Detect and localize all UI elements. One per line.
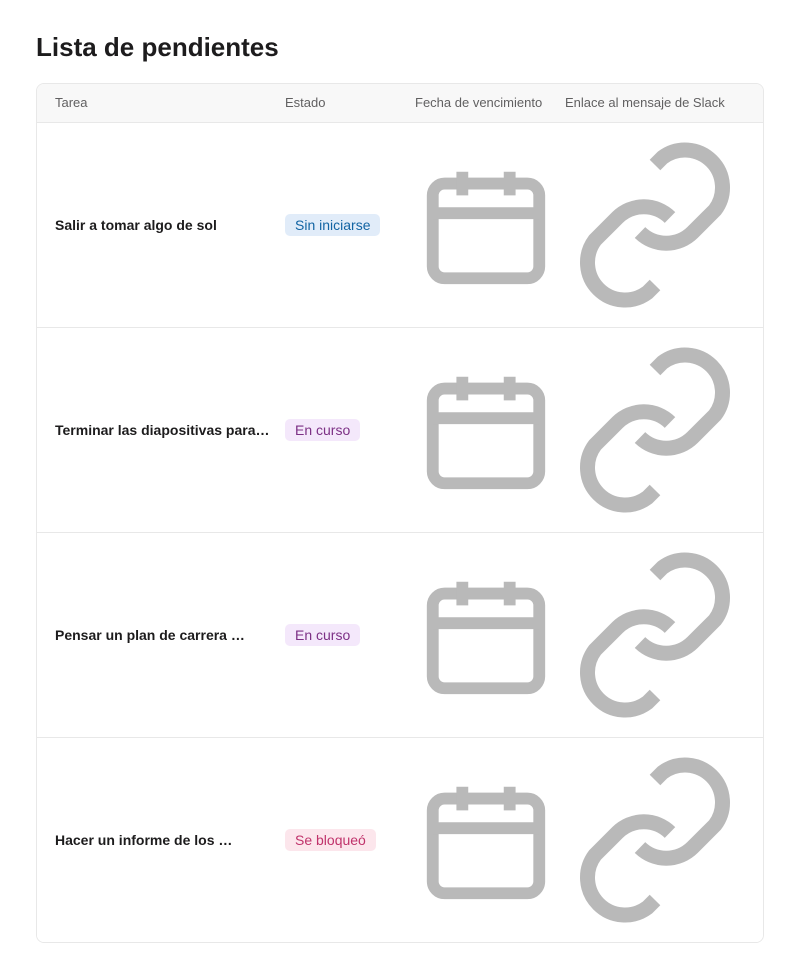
- table-header: Tarea Estado Fecha de vencimiento Enlace…: [37, 84, 763, 123]
- calendar-icon[interactable]: [415, 564, 557, 706]
- column-header-task[interactable]: Tarea: [55, 95, 88, 110]
- link-icon[interactable]: [565, 750, 745, 930]
- todo-table: Tarea Estado Fecha de vencimiento Enlace…: [36, 83, 764, 943]
- status-badge[interactable]: En curso: [285, 419, 360, 441]
- task-name: Pensar un plan de carrera …: [55, 627, 277, 643]
- column-header-date[interactable]: Fecha de vencimiento: [415, 95, 542, 110]
- link-icon[interactable]: [565, 545, 745, 725]
- link-icon[interactable]: [565, 340, 745, 520]
- table-row[interactable]: Pensar un plan de carrera … En curso: [37, 533, 763, 738]
- table-row[interactable]: Hacer un informe de los … Se bloqueó: [37, 738, 763, 942]
- calendar-icon[interactable]: [415, 769, 557, 911]
- column-header-link[interactable]: Enlace al mensaje de Slack: [565, 95, 725, 110]
- task-name: Terminar las diapositivas para…: [55, 422, 277, 438]
- calendar-icon[interactable]: [415, 154, 557, 296]
- table-row[interactable]: Terminar las diapositivas para… En curso: [37, 328, 763, 533]
- link-icon[interactable]: [565, 135, 745, 315]
- status-badge[interactable]: En curso: [285, 624, 360, 646]
- task-name: Hacer un informe de los …: [55, 832, 277, 848]
- column-header-status[interactable]: Estado: [285, 95, 325, 110]
- status-badge[interactable]: Se bloqueó: [285, 829, 376, 851]
- task-name: Salir a tomar algo de sol: [55, 217, 277, 233]
- calendar-icon[interactable]: [415, 359, 557, 501]
- page-title: Lista de pendientes: [36, 32, 764, 63]
- status-badge[interactable]: Sin iniciarse: [285, 214, 380, 236]
- table-row[interactable]: Salir a tomar algo de sol Sin iniciarse: [37, 123, 763, 328]
